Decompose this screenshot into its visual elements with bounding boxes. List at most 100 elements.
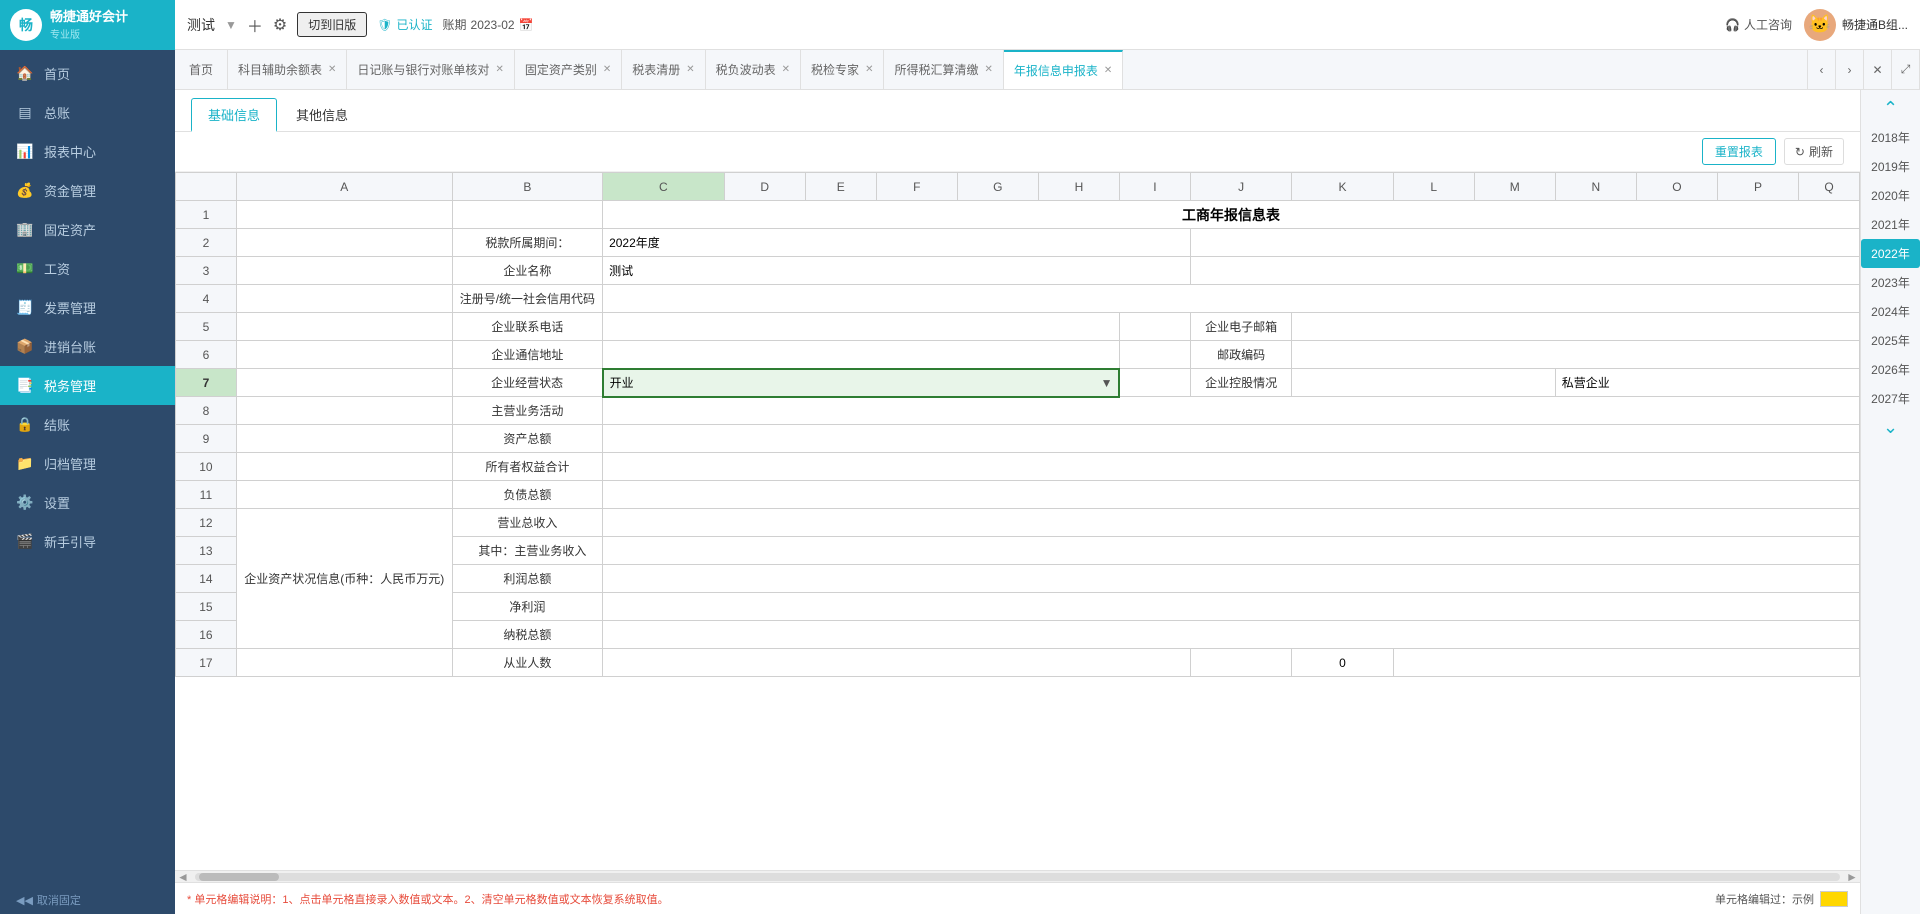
- cell-B4[interactable]: 注册号/统一社会信用代码: [452, 285, 602, 313]
- cell-C16[interactable]: [603, 621, 1860, 649]
- tab-close-icon[interactable]: ✕: [328, 64, 336, 75]
- year-item-2024[interactable]: 2024年: [1861, 297, 1920, 326]
- year-item-2026[interactable]: 2026年: [1861, 355, 1920, 384]
- cell-J2[interactable]: [1190, 229, 1859, 257]
- tab-close-icon[interactable]: ✕: [1104, 65, 1112, 76]
- service-btn[interactable]: 🎧 人工咨询: [1725, 16, 1792, 33]
- sheet-wrapper[interactable]: A B C D E F G H I J K L M: [175, 172, 1860, 870]
- cell-C14[interactable]: [603, 565, 1860, 593]
- tab-close-icon[interactable]: ✕: [984, 64, 992, 75]
- cell-C3[interactable]: 测试: [603, 257, 1191, 285]
- cell-C4[interactable]: [603, 285, 1860, 313]
- sidebar-item-close[interactable]: 🔒 结账: [0, 405, 175, 444]
- cell-B8[interactable]: 主营业务活动: [452, 397, 602, 425]
- cell-J6[interactable]: 邮政编码: [1190, 341, 1291, 369]
- cell-B16[interactable]: 纳税总额: [452, 621, 602, 649]
- col-header-M[interactable]: M: [1474, 173, 1555, 201]
- col-header-I[interactable]: I: [1119, 173, 1190, 201]
- year-panel-up-btn[interactable]: ⌃: [1879, 94, 1902, 123]
- year-panel-down-btn[interactable]: ⌄: [1879, 413, 1902, 442]
- reset-report-button[interactable]: 重置报表: [1702, 138, 1776, 165]
- tab-close-icon[interactable]: ✕: [603, 64, 611, 75]
- tab-next-btn[interactable]: ›: [1836, 50, 1864, 90]
- year-item-2022[interactable]: 2022年: [1861, 239, 1920, 268]
- cell-B10[interactable]: 所有者权益合计: [452, 453, 602, 481]
- cell-C6[interactable]: [603, 341, 1120, 369]
- cell-A2[interactable]: [236, 229, 452, 257]
- col-header-G[interactable]: G: [957, 173, 1038, 201]
- col-header-B[interactable]: B: [452, 173, 602, 201]
- cell-J3[interactable]: [1190, 257, 1859, 285]
- cell-K7[interactable]: [1292, 369, 1556, 397]
- sidebar-item-archive[interactable]: 📁 归档管理: [0, 444, 175, 483]
- refresh-button[interactable]: ↻ 刷新: [1784, 138, 1844, 165]
- col-header-A[interactable]: A: [236, 173, 452, 201]
- horizontal-scrollbar[interactable]: ◄ ►: [175, 870, 1860, 882]
- year-item-2025[interactable]: 2025年: [1861, 326, 1920, 355]
- sidebar-item-tax[interactable]: 📑 税务管理: [0, 366, 175, 405]
- tab-expand-btn[interactable]: ⤢: [1892, 50, 1920, 90]
- sidebar-item-invoice[interactable]: 🧾 发票管理: [0, 288, 175, 327]
- cell-J17[interactable]: 0: [1292, 649, 1393, 677]
- col-header-P[interactable]: P: [1717, 173, 1798, 201]
- sidebar-item-asset[interactable]: 🏢 固定资产: [0, 210, 175, 249]
- cell-C10[interactable]: [603, 453, 1860, 481]
- cell-J7[interactable]: 企业控股情况: [1190, 369, 1291, 397]
- cell-A7[interactable]: [236, 369, 452, 397]
- tab-aux-balance[interactable]: 科目辅助余额表 ✕: [228, 50, 347, 89]
- sub-tab-basic[interactable]: 基础信息: [191, 98, 277, 132]
- cell-N7[interactable]: 私营企业: [1555, 369, 1859, 397]
- cell-B2[interactable]: 税款所属期间：: [452, 229, 602, 257]
- tab-close-icon[interactable]: ✕: [495, 64, 503, 75]
- tab-tax-expert[interactable]: 税检专家 ✕: [801, 50, 884, 89]
- col-header-C[interactable]: C: [603, 173, 725, 201]
- cell-C11[interactable]: [603, 481, 1860, 509]
- col-header-N[interactable]: N: [1555, 173, 1636, 201]
- tab-close-icon[interactable]: ✕: [782, 64, 790, 75]
- tab-close-icon[interactable]: ✕: [865, 64, 873, 75]
- col-header-H[interactable]: H: [1038, 173, 1119, 201]
- cell-A5[interactable]: [236, 313, 452, 341]
- col-header-D[interactable]: D: [724, 173, 805, 201]
- cell-B6[interactable]: 企业通信地址: [452, 341, 602, 369]
- cell-C5[interactable]: [603, 313, 1120, 341]
- cell-A10[interactable]: [236, 453, 452, 481]
- cell-B15[interactable]: 净利润: [452, 593, 602, 621]
- scroll-thumb[interactable]: [199, 873, 279, 881]
- cell-A17[interactable]: [236, 649, 452, 677]
- add-tab-icon[interactable]: ＋: [247, 13, 263, 37]
- cell-B9[interactable]: 资产总额: [452, 425, 602, 453]
- sidebar-item-guide[interactable]: 🎬 新手引导: [0, 522, 175, 561]
- cell-C13[interactable]: [603, 537, 1860, 565]
- tab-income-tax[interactable]: 所得税汇算清缴 ✕: [884, 50, 1003, 89]
- cell-B13[interactable]: 其中：主营业务收入: [452, 537, 602, 565]
- tab-close-btn[interactable]: ✕: [1864, 50, 1892, 90]
- cell-B17[interactable]: 从业人数: [452, 649, 602, 677]
- year-item-2020[interactable]: 2020年: [1861, 181, 1920, 210]
- sidebar-item-fund[interactable]: 💰 资金管理: [0, 171, 175, 210]
- scroll-track[interactable]: [195, 873, 1840, 881]
- cell-C1-title[interactable]: 工商年报信息表: [603, 201, 1860, 229]
- cell-B1[interactable]: [452, 201, 602, 229]
- col-header-J[interactable]: J: [1190, 173, 1291, 201]
- user-menu[interactable]: 🐱 畅捷通B组...: [1804, 9, 1908, 41]
- cell-K17[interactable]: [1393, 649, 1859, 677]
- year-item-2023[interactable]: 2023年: [1861, 268, 1920, 297]
- tab-tax-fluctuation[interactable]: 税负波动表 ✕: [706, 50, 801, 89]
- cell-A11[interactable]: [236, 481, 452, 509]
- cancel-fixed-btn[interactable]: ◀◀ 取消固定: [0, 886, 175, 914]
- cell-B7[interactable]: 企业经营状态: [452, 369, 602, 397]
- cell-A4[interactable]: [236, 285, 452, 313]
- settings-btn-icon[interactable]: ⚙: [273, 15, 287, 35]
- cell-B5[interactable]: 企业联系电话: [452, 313, 602, 341]
- tab-annual-report[interactable]: 年报信息申报表 ✕: [1004, 50, 1123, 89]
- tab-prev-btn[interactable]: ‹: [1808, 50, 1836, 90]
- cell-K5[interactable]: [1292, 313, 1860, 341]
- year-item-2021[interactable]: 2021年: [1861, 210, 1920, 239]
- sub-tab-other[interactable]: 其他信息: [279, 98, 365, 131]
- year-item-2018[interactable]: 2018年: [1861, 123, 1920, 152]
- sidebar-item-home[interactable]: 🏠 首页: [0, 54, 175, 93]
- year-item-2019[interactable]: 2019年: [1861, 152, 1920, 181]
- sidebar-item-report[interactable]: 📊 报表中心: [0, 132, 175, 171]
- cell-A9[interactable]: [236, 425, 452, 453]
